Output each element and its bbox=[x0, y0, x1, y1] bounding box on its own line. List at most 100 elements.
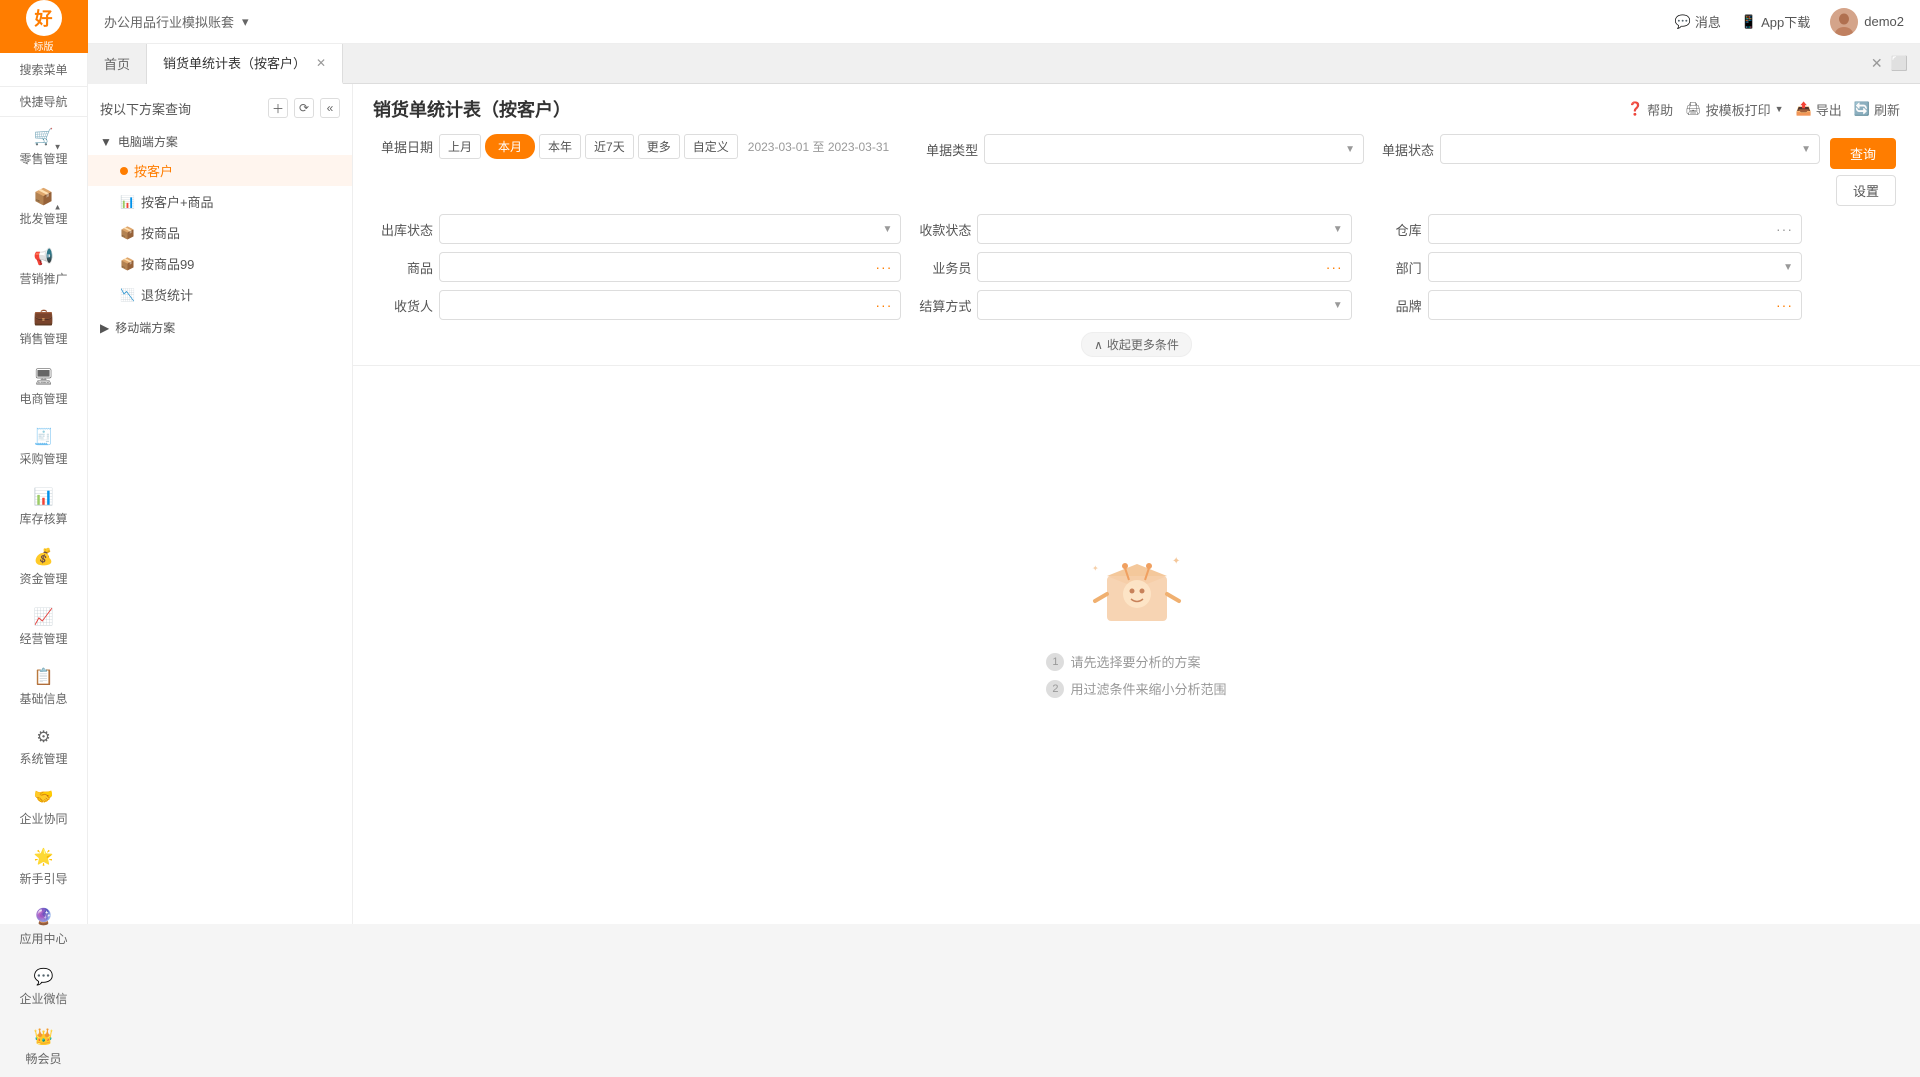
tabs-maximize-icon[interactable]: ⬜ bbox=[1891, 55, 1908, 72]
export-button[interactable]: 📤 导出 bbox=[1796, 100, 1842, 119]
collapse-label: 收起更多条件 bbox=[1107, 336, 1179, 353]
sidebar-icon-marketing: 📢 bbox=[34, 247, 54, 267]
sidebar-label-finance: 资金管理 bbox=[19, 570, 67, 587]
settlement-select[interactable]: ▼ bbox=[977, 290, 1351, 320]
app-download-label: App下载 bbox=[1761, 12, 1810, 31]
department-select[interactable]: ▼ bbox=[1428, 252, 1802, 282]
messages-button[interactable]: 💬 消息 bbox=[1675, 12, 1721, 31]
sidebar-item-ecommerce[interactable]: 🖥电商管理 bbox=[19, 357, 67, 417]
sidebar-item-appcenter[interactable]: 🔮应用中心 bbox=[19, 897, 67, 957]
print-icon: 🖨 bbox=[1685, 101, 1702, 117]
tabs-controls: ✕ ⬜ bbox=[1871, 55, 1920, 72]
user-profile-button[interactable]: demo2 bbox=[1830, 8, 1904, 36]
scheme-group-arrow: ▼ bbox=[100, 135, 112, 149]
doc-type-select[interactable]: ▼ bbox=[984, 134, 1364, 164]
brand-select[interactable]: ··· bbox=[1428, 290, 1802, 320]
out-status-arrow-icon: ▼ bbox=[882, 224, 892, 235]
date-label: 单据日期 bbox=[373, 137, 433, 156]
sidebar-icon-wechat: 💬 bbox=[34, 967, 54, 987]
page-title: 销货单统计表（按客户） bbox=[373, 96, 571, 122]
collection-status-select[interactable]: ▼ bbox=[977, 214, 1351, 244]
page-content: 按以下方案查询 ＋ ⟳ « ▼ 电脑端方案 按客户 📊 bbox=[88, 84, 1920, 924]
svg-text:✦: ✦ bbox=[1172, 556, 1180, 567]
export-label: 导出 bbox=[1816, 100, 1842, 119]
warehouse-select[interactable]: ··· bbox=[1428, 214, 1802, 244]
top-header: 办公用品行业模拟账套 ▾ 💬 消息 📱 App下载 de bbox=[88, 0, 1920, 44]
tab-sales-stats-close-icon[interactable]: ✕ bbox=[316, 56, 326, 70]
sidebar-item-operations[interactable]: 📈经营管理 bbox=[19, 597, 67, 657]
sidebar-icon-retail: 🛒 bbox=[34, 127, 54, 147]
scheme-group-mobile: ▶ 移动端方案 bbox=[88, 314, 352, 341]
sidebar-item-inventory[interactable]: 📊库存核算 bbox=[19, 477, 67, 537]
sidebar-item-wholesale[interactable]: 📦批发管理 bbox=[19, 177, 67, 237]
scheme-group-mobile-title[interactable]: ▶ 移动端方案 bbox=[88, 314, 352, 341]
sidebar-item-enterprise[interactable]: 🤝企业协同 bbox=[19, 777, 67, 837]
salesperson-select[interactable]: ··· bbox=[977, 252, 1351, 282]
date-btn-last-month[interactable]: 上月 bbox=[439, 134, 481, 159]
app-download-button[interactable]: 📱 App下载 bbox=[1741, 12, 1810, 31]
logo-text: 标版 bbox=[34, 38, 54, 53]
sidebar-label-basic: 基础信息 bbox=[19, 690, 67, 707]
scheme-add-button[interactable]: ＋ bbox=[268, 98, 288, 118]
sidebar-icon-system: ⚙ bbox=[36, 727, 50, 747]
out-status-select[interactable]: ▼ bbox=[439, 214, 901, 244]
scheme-item-active-dot bbox=[120, 167, 128, 175]
collapse-button[interactable]: ∧ 收起更多条件 bbox=[1081, 332, 1192, 357]
sidebar-item-purchase[interactable]: 🧾采购管理 bbox=[19, 417, 67, 477]
scheme-item-by-goods-99[interactable]: 📦 按商品99 bbox=[88, 248, 352, 279]
sidebar-item-sales[interactable]: 💼销售管理 bbox=[19, 297, 67, 357]
help-button[interactable]: ❓ 帮助 bbox=[1627, 100, 1673, 119]
scheme-item-by-goods[interactable]: 📦 按商品 bbox=[88, 217, 352, 248]
sidebar-item-basic[interactable]: 📋基础信息 bbox=[19, 657, 67, 717]
salesperson-dots-icon: ··· bbox=[1326, 259, 1343, 275]
sidebar-label-appcenter: 应用中心 bbox=[19, 930, 67, 947]
scheme-collapse-button[interactable]: « bbox=[320, 98, 340, 118]
sidebar-item-wechat[interactable]: 💬企业微信 bbox=[19, 957, 67, 1017]
department-arrow-icon: ▼ bbox=[1783, 262, 1793, 273]
date-btn-this-month[interactable]: 本月 bbox=[485, 134, 535, 159]
salesperson-label: 业务员 bbox=[911, 258, 971, 277]
refresh-button[interactable]: 🔄 刷新 bbox=[1854, 100, 1900, 119]
scheme-item-by-customer-goods[interactable]: 📊 按客户+商品 bbox=[88, 186, 352, 217]
tip-num-1: 1 bbox=[1046, 653, 1064, 671]
sidebar-search[interactable]: 搜索菜单 bbox=[0, 53, 87, 87]
goods-select[interactable]: ··· bbox=[439, 252, 901, 282]
scheme-item-refund-stats[interactable]: 📉 退货统计 bbox=[88, 279, 352, 310]
settings-button[interactable]: 设置 bbox=[1836, 175, 1896, 206]
scheme-item-by-customer-goods-label: 按客户+商品 bbox=[141, 192, 214, 211]
sidebar-item-marketing[interactable]: 📢营销推广 bbox=[19, 237, 67, 297]
scheme-panel-header: 按以下方案查询 ＋ ⟳ « bbox=[88, 92, 352, 124]
date-btn-this-year[interactable]: 本年 bbox=[539, 134, 581, 159]
empty-tip-2: 2 用过滤条件来缩小分析范围 bbox=[1046, 679, 1226, 698]
receiver-select[interactable]: ··· bbox=[439, 290, 901, 320]
tabs-close-all-icon[interactable]: ✕ bbox=[1871, 55, 1883, 72]
sidebar-item-finance[interactable]: 💰资金管理 bbox=[19, 537, 67, 597]
scheme-refresh-button[interactable]: ⟳ bbox=[294, 98, 314, 118]
scheme-item-by-goods-99-label: 按商品99 bbox=[141, 254, 194, 273]
doc-status-select[interactable]: ▼ bbox=[1440, 134, 1820, 164]
brand-dots-icon: ··· bbox=[1776, 297, 1793, 313]
tab-sales-stats[interactable]: 销货单统计表（按客户） ✕ bbox=[147, 44, 343, 84]
sidebar-item-member[interactable]: 👑畅会员 bbox=[19, 1017, 67, 1077]
page-header-actions: ❓ 帮助 🖨 按模板打印 ▼ 📤 导出 🔄 刷新 bbox=[1627, 100, 1900, 119]
tabs-bar: 首页 销货单统计表（按客户） ✕ ✕ ⬜ bbox=[88, 44, 1920, 84]
scheme-item-by-customer[interactable]: 按客户 bbox=[88, 155, 352, 186]
date-btn-last-7days[interactable]: 近7天 bbox=[585, 134, 634, 159]
sidebar-item-system[interactable]: ⚙系统管理 bbox=[19, 717, 67, 777]
sidebar-item-newbie[interactable]: 🌟新手引导 bbox=[19, 837, 67, 897]
sidebar-label-operations: 经营管理 bbox=[19, 630, 67, 647]
sidebar-quick-nav[interactable]: 快捷导航 bbox=[0, 87, 87, 117]
sidebar-item-retail[interactable]: 🛒零售管理 bbox=[19, 117, 67, 177]
query-button[interactable]: 查询 bbox=[1830, 138, 1896, 169]
scheme-item-by-customer-label: 按客户 bbox=[134, 161, 173, 180]
app-bar-dropdown-icon[interactable]: ▾ bbox=[242, 14, 249, 30]
sidebar-icon-wholesale: 📦 bbox=[34, 187, 54, 207]
print-button[interactable]: 🖨 按模板打印 ▼ bbox=[1685, 100, 1783, 119]
settlement-arrow-icon: ▼ bbox=[1333, 300, 1343, 311]
tab-home[interactable]: 首页 bbox=[88, 44, 147, 84]
date-btn-more[interactable]: 更多 bbox=[638, 134, 680, 159]
tip-2-label: 用过滤条件来缩小分析范围 bbox=[1070, 679, 1226, 698]
scheme-panel: 按以下方案查询 ＋ ⟳ « ▼ 电脑端方案 按客户 📊 bbox=[88, 84, 353, 924]
scheme-group-desktop-title[interactable]: ▼ 电脑端方案 bbox=[88, 128, 352, 155]
date-btn-custom[interactable]: 自定义 bbox=[684, 134, 738, 159]
